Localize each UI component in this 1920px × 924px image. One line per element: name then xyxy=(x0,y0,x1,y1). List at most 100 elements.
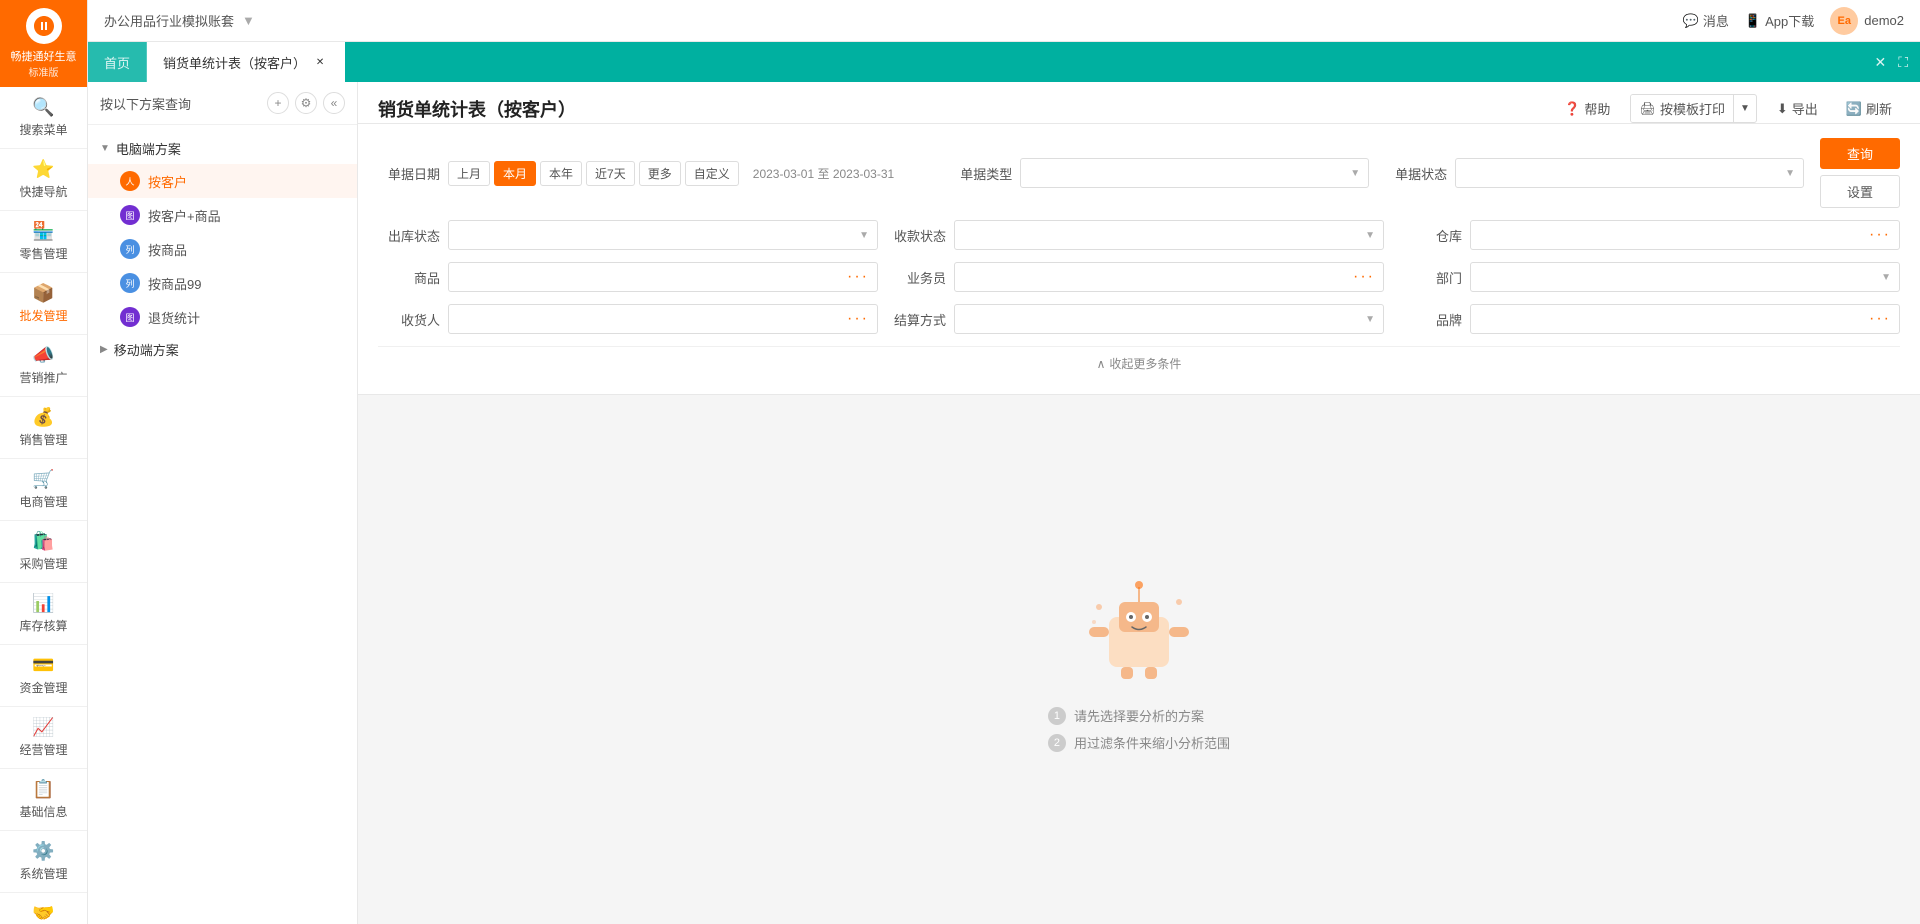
pc-group-label: 电脑端方案 xyxy=(116,139,181,158)
out-status-select[interactable]: ▼ xyxy=(448,220,878,250)
date-filter-control: 上月 本月 本年 近7天 更多 自定义 2023-03-01 至 2023-03… xyxy=(448,161,944,186)
salesperson-dots[interactable]: ··· xyxy=(1353,268,1375,286)
filter-area: 单据日期 上月 本月 本年 近7天 更多 自定义 2023-03-01 至 20… xyxy=(358,124,1920,395)
ecommerce-icon: 🛒 xyxy=(32,469,54,490)
template-print-btn[interactable]: 🖨 按模板打印 ▼ xyxy=(1630,94,1756,123)
template-print-dropdown[interactable]: ▼ xyxy=(1734,99,1756,118)
scheme-by-customer-product[interactable]: 图 按客户+商品 xyxy=(88,198,357,232)
tab-bar: 首页 销货单统计表（按客户） ✕ ✕ ⛶ xyxy=(88,42,1920,82)
date-tab-last-month[interactable]: 上月 xyxy=(448,161,490,186)
date-tab-custom[interactable]: 自定义 xyxy=(685,161,739,186)
empty-tip-2: 2 用过滤条件来缩小分析范围 xyxy=(1048,733,1230,752)
sidebar-item-finance[interactable]: 💳 资金管理 xyxy=(0,645,87,707)
sidebar-logo[interactable]: 畅捷通好生意 标准版 xyxy=(0,0,88,87)
sidebar-item-retail-mgmt[interactable]: 🏪 零售管理 xyxy=(0,211,87,273)
empty-state: 1 请先选择要分析的方案 2 用过滤条件来缩小分析范围 xyxy=(358,395,1920,924)
collapse-bar: ∧ 收起更多条件 xyxy=(378,346,1900,380)
mobile-scheme-group-header[interactable]: ▶ 移动端方案 xyxy=(88,334,357,365)
settlement-label: 结算方式 xyxy=(894,310,954,329)
scheme-by-product-99[interactable]: 列 按商品99 xyxy=(88,266,357,300)
collapse-panel-btn[interactable]: « xyxy=(323,92,345,114)
sidebar-item-quick-nav[interactable]: ⭐ 快捷导航 xyxy=(0,149,87,211)
mobile-scheme-group: ▶ 移动端方案 xyxy=(88,334,357,365)
refresh-icon: 🔄 xyxy=(1846,101,1862,117)
left-panel-title: 按以下方案查询 xyxy=(100,94,259,113)
pc-scheme-group: ▼ 电脑端方案 人 按客户 图 按客户+商品 列 xyxy=(88,133,357,334)
message-btn[interactable]: 💬 消息 xyxy=(1683,11,1729,30)
sidebar-item-system-mgmt[interactable]: ⚙️ 系统管理 xyxy=(0,831,87,893)
industry-info: 办公用品行业模拟账套 ▼ xyxy=(104,11,255,30)
tab-maximize-btn[interactable]: ⛶ xyxy=(1894,50,1912,75)
tab-close-window-btn[interactable]: ✕ xyxy=(1870,50,1890,75)
settings-scheme-btn[interactable]: ⚙ xyxy=(295,92,317,114)
warehouse-select[interactable]: ··· xyxy=(1470,220,1900,250)
scheme-by-product[interactable]: 列 按商品 xyxy=(88,232,357,266)
page-title: 销货单统计表（按客户） xyxy=(378,96,576,122)
settings-btn[interactable]: 设置 xyxy=(1820,175,1900,208)
business-icon: 📈 xyxy=(32,717,54,738)
scheme-return-stat[interactable]: 图 退货统计 xyxy=(88,300,357,334)
doc-status-select[interactable]: ▼ xyxy=(1455,158,1804,188)
sidebar-item-basic-info[interactable]: 📋 基础信息 xyxy=(0,769,87,831)
salesperson-select[interactable]: ··· xyxy=(954,262,1384,292)
tip-num-2: 2 xyxy=(1048,734,1066,752)
doc-type-label: 单据类型 xyxy=(960,164,1020,183)
tab-close-icon[interactable]: ✕ xyxy=(312,54,328,70)
sidebar-item-business[interactable]: 📈 经营管理 xyxy=(0,707,87,769)
basic-info-icon: 📋 xyxy=(32,779,54,800)
doc-status-arrow: ▼ xyxy=(1785,168,1795,179)
scheme-by-customer[interactable]: 人 按客户 xyxy=(88,164,357,198)
left-panel-header-actions: + ⚙ « xyxy=(267,92,345,114)
sidebar-item-wholesale-mgmt[interactable]: 📦 批发管理 xyxy=(0,273,87,335)
doc-type-select[interactable]: ▼ xyxy=(1020,158,1369,188)
sidebar-item-marketing[interactable]: 📣 营销推广 xyxy=(0,335,87,397)
query-btn[interactable]: 查询 xyxy=(1820,138,1900,169)
date-tab-this-month[interactable]: 本月 xyxy=(494,161,536,186)
user-profile-btn[interactable]: Ea demo2 xyxy=(1830,7,1904,35)
purchase-icon: 🛍️ xyxy=(32,531,54,552)
collapse-btn[interactable]: ∧ 收起更多条件 xyxy=(1085,353,1194,374)
sidebar-item-search-menu[interactable]: 🔍 搜索菜单 xyxy=(0,87,87,149)
sidebar-item-enterprise-collab[interactable]: 🤝 企业协同 xyxy=(0,893,87,924)
help-btn[interactable]: ❓ 帮助 xyxy=(1556,95,1618,122)
sidebar-item-inventory[interactable]: 📊 库存核算 xyxy=(0,583,87,645)
warehouse-dots[interactable]: ··· xyxy=(1869,226,1891,244)
quick-nav-icon: ⭐ xyxy=(32,159,54,180)
product-dots[interactable]: ··· xyxy=(847,268,869,286)
industry-dropdown-icon[interactable]: ▼ xyxy=(242,13,255,28)
finance-icon: 💳 xyxy=(32,655,54,676)
sales-stat-tab-label: 销货单统计表（按客户） xyxy=(163,53,306,72)
brand-dots[interactable]: ··· xyxy=(1869,310,1891,328)
receiver-select[interactable]: ··· xyxy=(448,304,878,334)
date-tab-last-7-days[interactable]: 近7天 xyxy=(586,161,635,186)
add-scheme-btn[interactable]: + xyxy=(267,92,289,114)
tab-sales-stat[interactable]: 销货单统计表（按客户） ✕ xyxy=(147,42,345,82)
page-header: 销货单统计表（按客户） ❓ 帮助 🖨 按模板打印 ▼ xyxy=(358,82,1920,124)
payment-status-select[interactable]: ▼ xyxy=(954,220,1384,250)
product-select[interactable]: ··· xyxy=(448,262,878,292)
template-print-main-btn[interactable]: 🖨 按模板打印 xyxy=(1631,95,1734,122)
sidebar-item-ecommerce[interactable]: 🛒 电商管理 xyxy=(0,459,87,521)
by-product-99-icon: 列 xyxy=(120,273,140,293)
filter-row-4: 收货人 ··· 结算方式 ▼ 品牌 ··· xyxy=(378,304,1900,334)
export-btn[interactable]: ⬇ 导出 xyxy=(1769,95,1826,122)
app-download-btn[interactable]: 📱 App下载 xyxy=(1745,11,1814,30)
pc-scheme-group-header[interactable]: ▼ 电脑端方案 xyxy=(88,133,357,164)
date-tab-more[interactable]: 更多 xyxy=(639,161,681,186)
tab-home[interactable]: 首页 xyxy=(88,42,147,82)
brand-select[interactable]: ··· xyxy=(1470,304,1900,334)
out-status-label: 出库状态 xyxy=(378,226,448,245)
filter-row-3: 商品 ··· 业务员 ··· 部门 ▼ xyxy=(378,262,1900,292)
receiver-dots[interactable]: ··· xyxy=(847,310,869,328)
tip-num-1: 1 xyxy=(1048,707,1066,725)
left-panel: 按以下方案查询 + ⚙ « ▼ 电脑端方案 人 xyxy=(88,82,358,924)
main-area: 办公用品行业模拟账套 ▼ 💬 消息 📱 App下载 Ea demo2 首页 xyxy=(88,0,1920,924)
sidebar-item-purchase[interactable]: 🛍️ 采购管理 xyxy=(0,521,87,583)
sidebar-item-sales-mgmt[interactable]: 💰 销售管理 xyxy=(0,397,87,459)
refresh-btn[interactable]: 🔄 刷新 xyxy=(1838,95,1900,122)
department-select[interactable]: ▼ xyxy=(1470,262,1900,292)
doc-status-label: 单据状态 xyxy=(1385,164,1455,183)
top-bar: 办公用品行业模拟账套 ▼ 💬 消息 📱 App下载 Ea demo2 xyxy=(88,0,1920,42)
settlement-select[interactable]: ▼ xyxy=(954,304,1384,334)
date-tab-this-year[interactable]: 本年 xyxy=(540,161,582,186)
